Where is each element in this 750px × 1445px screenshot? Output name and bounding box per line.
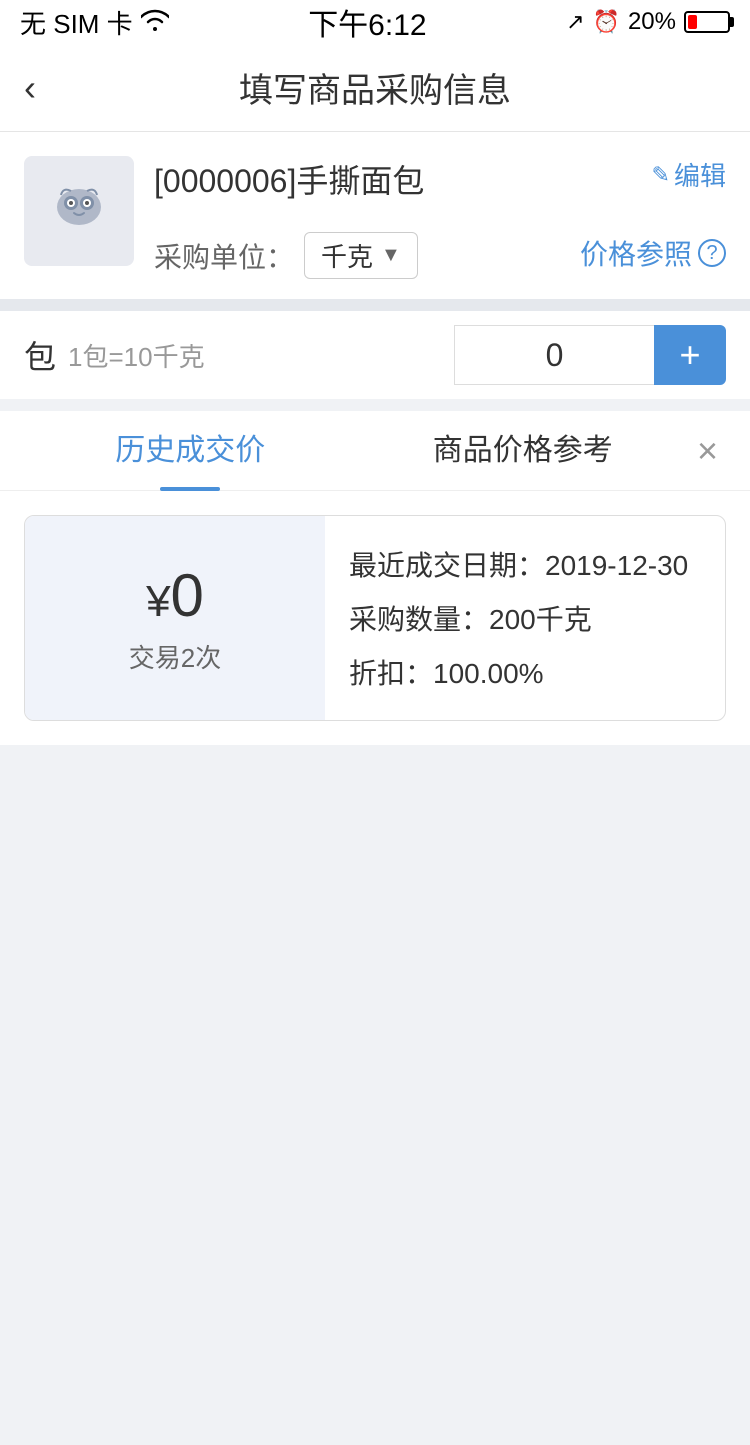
unit-label: 采购单位： [154,236,294,276]
quantity-plus-button[interactable]: + [654,325,726,385]
main-background [0,745,750,1445]
quantity-input[interactable]: 0 [454,325,654,385]
edit-icon: ✎ [652,162,670,188]
product-card: [0000006]手撕面包 采购单位： 千克 ▼ ✎ 编辑 价格参照 ? [0,132,750,299]
page-title: 填写商品采购信息 [239,63,511,112]
tab-close-button[interactable]: × [689,430,726,472]
quantity-conversion: 1包=10千克 [68,337,205,374]
back-button[interactable]: ‹ [24,67,36,109]
price-card-left: ¥0 交易2次 [25,516,325,720]
price-ref-button[interactable]: 价格参照 ? [580,233,726,273]
unit-selector[interactable]: 千克 ▼ [304,232,418,279]
battery-percent: 20% [628,8,676,36]
recent-date-label: 最近成交日期： [349,550,545,581]
status-time: 下午6:12 [308,0,426,44]
quantity-controls: 0 + [454,325,726,385]
status-left: 无 SIM 卡 [20,4,169,41]
discount-row: 折扣：100.00% [349,652,701,692]
battery-fill [688,15,698,29]
tab-section: 历史成交价 商品价格参考 × ¥0 交易2次 最近成交日期：2019-12-30… [0,411,750,745]
recent-date-row: 最近成交日期：2019-12-30 [349,544,701,584]
help-icon: ? [698,239,726,267]
wifi-icon [141,7,169,38]
alarm-icon: ⏰ [593,9,620,35]
price-card-right: 最近成交日期：2019-12-30 采购数量：200千克 折扣：100.00% [325,516,725,720]
product-name: [0000006]手撕面包 [154,156,424,202]
price-card: ¥0 交易2次 最近成交日期：2019-12-30 采购数量：200千克 折扣：… [24,515,726,721]
price-display: ¥0 [146,561,204,630]
tab-history-price[interactable]: 历史成交价 [24,411,356,491]
quantity-label-group: 包 1包=10千克 [24,332,205,378]
edit-label: 编辑 [674,156,726,193]
tab-bar: 历史成交价 商品价格参考 × [0,411,750,491]
carrier-label: 无 SIM 卡 [20,4,133,41]
transaction-count: 交易2次 [129,638,221,675]
price-yen-symbol: ¥ [146,577,170,626]
unit-dropdown-icon: ▼ [381,244,401,267]
product-info: [0000006]手撕面包 采购单位： 千克 ▼ [154,156,424,279]
product-left: [0000006]手撕面包 采购单位： 千克 ▼ [24,156,424,279]
location-icon: ↗ [566,9,584,35]
nav-bar: ‹ 填写商品采购信息 [0,44,750,132]
unit-value: 千克 [321,237,373,274]
purchase-qty-label: 采购数量： [349,604,489,635]
edit-button[interactable]: ✎ 编辑 [652,156,726,193]
purchase-qty-row: 采购数量：200千克 [349,598,701,638]
history-cards-container: ¥0 交易2次 最近成交日期：2019-12-30 采购数量：200千克 折扣：… [0,491,750,745]
discount-label: 折扣： [349,658,433,689]
product-unit-row: 采购单位： 千克 ▼ [154,232,424,279]
plus-icon: + [679,334,700,376]
price-ref-label: 价格参照 [580,233,692,273]
price-number: 0 [171,562,204,629]
quantity-row: 包 1包=10千克 0 + [0,311,750,399]
product-actions: ✎ 编辑 价格参照 ? [580,156,726,273]
recent-date-value: 2019-12-30 [545,550,688,581]
product-header: [0000006]手撕面包 采购单位： 千克 ▼ ✎ 编辑 价格参照 ? [24,156,726,279]
tab-product-price-ref[interactable]: 商品价格参考 [356,411,688,491]
purchase-qty-value: 200千克 [489,604,592,635]
status-bar: 无 SIM 卡 下午6:12 ↗ ⏰ 20% [0,0,750,44]
tab-history-price-label: 历史成交价 [115,434,265,467]
tab-product-price-ref-label: 商品价格参考 [433,434,613,467]
section-divider [0,299,750,311]
product-thumbnail [24,156,134,266]
quantity-unit-label: 包 [24,332,56,378]
battery-icon [684,11,730,33]
status-right: ↗ ⏰ 20% [566,8,730,36]
product-icon [49,175,109,247]
discount-value: 100.00% [433,658,544,689]
